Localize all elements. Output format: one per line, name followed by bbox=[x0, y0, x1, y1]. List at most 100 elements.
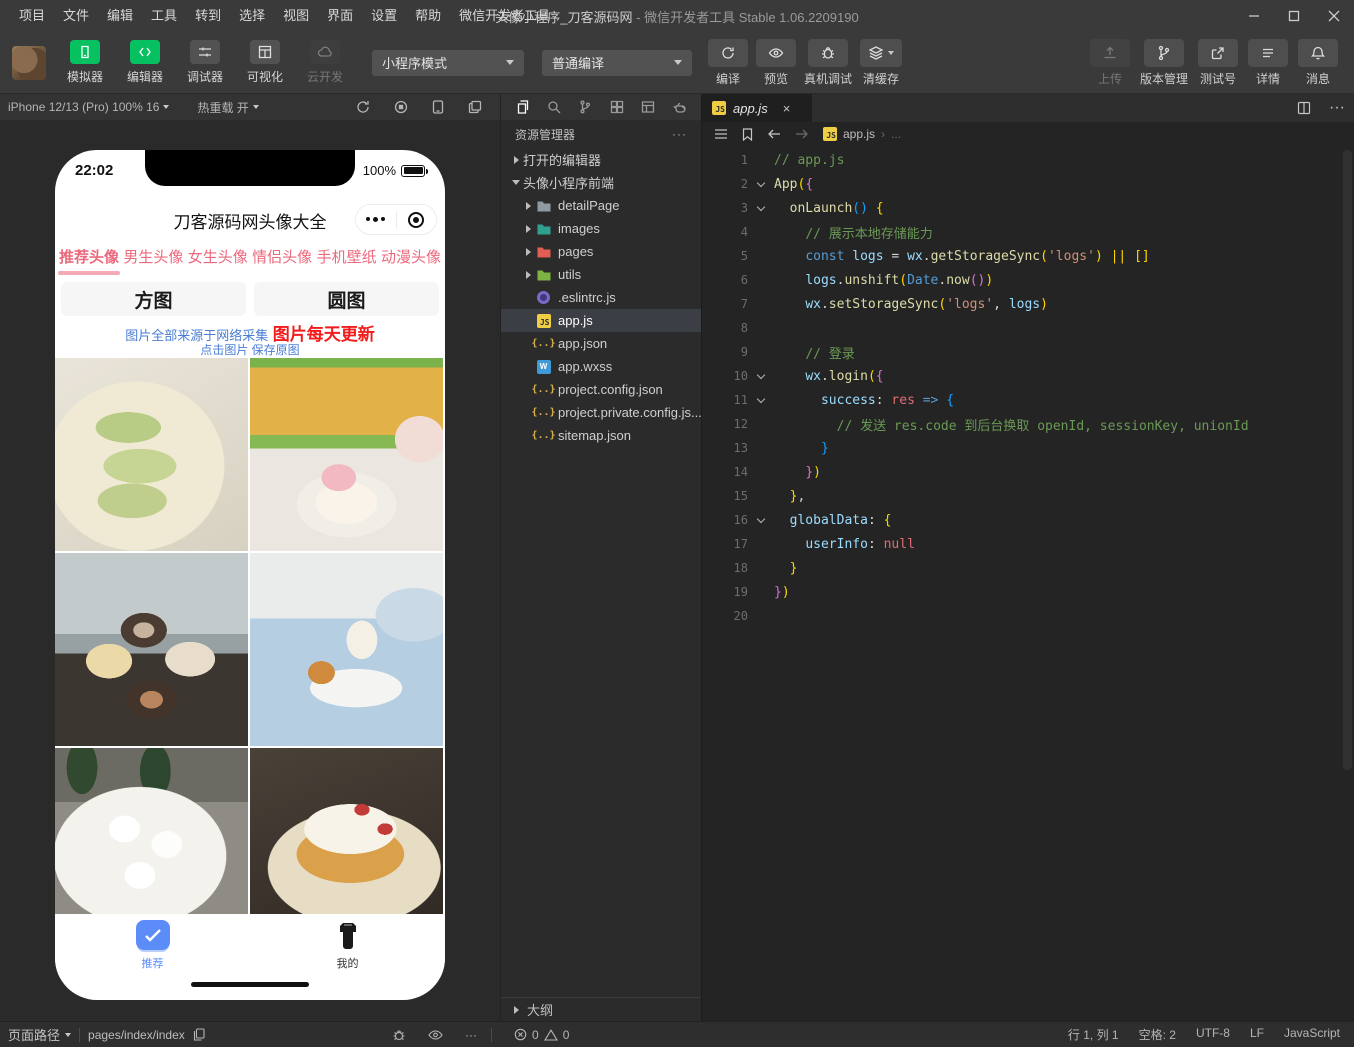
code-line[interactable]: 17 userInfo: null bbox=[702, 532, 1354, 556]
close-tab-icon[interactable]: × bbox=[783, 101, 791, 116]
code-line[interactable]: 5 const logs = wx.getStorageSync('logs')… bbox=[702, 244, 1354, 268]
search-icon[interactable] bbox=[546, 99, 562, 115]
tabbar-item-推荐[interactable]: 推荐 bbox=[55, 914, 250, 978]
maximize-button[interactable] bbox=[1274, 0, 1314, 32]
menu-item-设置[interactable]: 设置 bbox=[362, 0, 406, 32]
tree-section-打开的编辑器[interactable]: 打开的编辑器 bbox=[501, 148, 701, 171]
tree-item-sitemap.json[interactable]: {..} sitemap.json bbox=[501, 424, 701, 447]
code-line[interactable]: 6 logs.unshift(Date.now()) bbox=[702, 268, 1354, 292]
menu-item-项目[interactable]: 项目 bbox=[10, 0, 54, 32]
tree-item-images[interactable]: images bbox=[501, 217, 701, 240]
panel-button-编辑器[interactable]: 编辑器 bbox=[120, 40, 170, 85]
close-button[interactable] bbox=[1314, 0, 1354, 32]
user-avatar[interactable] bbox=[12, 45, 46, 80]
panel-button-模拟器[interactable]: 模拟器 bbox=[60, 40, 110, 85]
action-button-详情[interactable]: 详情 bbox=[1248, 38, 1288, 87]
outline-list-icon[interactable] bbox=[714, 128, 728, 140]
status-item[interactable]: LF bbox=[1250, 1026, 1264, 1043]
blue-table-dessert-photo[interactable] bbox=[250, 553, 443, 746]
mode-select[interactable]: 小程序模式 bbox=[372, 49, 524, 76]
phone-frame-icon[interactable] bbox=[432, 100, 444, 114]
tree-item-project.private.config.js...[interactable]: {..} project.private.config.js... bbox=[501, 401, 701, 424]
green-cake-rolls-photo[interactable] bbox=[55, 358, 248, 551]
action-button-真机调试[interactable]: 真机调试 bbox=[804, 38, 852, 87]
panel-button-调试器[interactable]: 调试器 bbox=[180, 40, 230, 85]
category-tab-动漫头像[interactable]: 动漫头像 bbox=[380, 246, 442, 267]
action-button-上传[interactable]: 上传 bbox=[1089, 38, 1130, 87]
menu-item-转到[interactable]: 转到 bbox=[186, 0, 230, 32]
compile-mode-select[interactable]: 普通编译 bbox=[542, 49, 692, 76]
code-line[interactable]: 20 bbox=[702, 604, 1354, 628]
category-tab-推荐头像[interactable]: 推荐头像 bbox=[58, 246, 121, 275]
tree-item-app.js[interactable]: JS app.js bbox=[501, 309, 701, 332]
tree-item-project.config.json[interactable]: {..} project.config.json bbox=[501, 378, 701, 401]
device-select[interactable]: iPhone 12/13 (Pro) 100% 16 bbox=[8, 100, 170, 114]
status-item[interactable]: JavaScript bbox=[1284, 1026, 1340, 1043]
debug-bug-icon[interactable] bbox=[392, 1028, 406, 1042]
action-button-消息[interactable]: 消息 bbox=[1298, 38, 1338, 87]
code-line[interactable]: 2 App({ bbox=[702, 172, 1354, 196]
shape-button-圆图[interactable]: 圆图 bbox=[254, 282, 439, 316]
nav-forward-icon[interactable] bbox=[795, 128, 809, 140]
more-icon[interactable]: ··· bbox=[465, 1028, 477, 1042]
menu-item-微信开发者工具[interactable]: 微信开发者工具 bbox=[450, 0, 559, 32]
code-line[interactable]: 13 } bbox=[702, 436, 1354, 460]
minimize-button[interactable] bbox=[1234, 0, 1274, 32]
fold-chevron-icon[interactable] bbox=[748, 394, 774, 403]
code-line[interactable]: 9 // 登录 bbox=[702, 340, 1354, 364]
extensions-blocks-icon[interactable] bbox=[609, 99, 625, 115]
category-tab-情侣头像[interactable]: 情侣头像 bbox=[251, 246, 313, 267]
nav-back-icon[interactable] bbox=[767, 128, 781, 140]
coffee-cakes-window-photo[interactable] bbox=[55, 553, 248, 746]
action-button-测试号[interactable]: 测试号 bbox=[1198, 38, 1238, 87]
exit-circle-icon[interactable] bbox=[397, 211, 437, 228]
tree-item-detailPage[interactable]: detailPage bbox=[501, 194, 701, 217]
code-editor[interactable]: 1// app.js 2 App({3 onLaunch() {4 // 展示本地存… bbox=[702, 146, 1354, 1021]
action-button-清缓存[interactable]: 清缓存 bbox=[860, 38, 903, 87]
code-line[interactable]: 11 success: res => { bbox=[702, 388, 1354, 412]
code-line[interactable]: 15 }, bbox=[702, 484, 1354, 508]
editor-layout-icon[interactable] bbox=[640, 99, 656, 115]
snowman-buns-photo[interactable] bbox=[55, 748, 248, 914]
category-tab-男生头像[interactable]: 男生头像 bbox=[122, 246, 184, 267]
action-button-编译[interactable]: 编译 bbox=[708, 38, 748, 87]
fold-chevron-icon[interactable] bbox=[748, 370, 774, 379]
code-line[interactable]: 19}) bbox=[702, 580, 1354, 604]
multi-window-icon[interactable] bbox=[468, 100, 482, 114]
plugin-teapot-icon[interactable] bbox=[671, 99, 687, 115]
code-line[interactable]: 18 } bbox=[702, 556, 1354, 580]
files-copy-icon[interactable] bbox=[515, 99, 531, 115]
code-line[interactable]: 7 wx.setStorageSync('logs', logs) bbox=[702, 292, 1354, 316]
status-item[interactable]: 行 1, 列 1 bbox=[1068, 1026, 1119, 1043]
menu-item-界面[interactable]: 界面 bbox=[318, 0, 362, 32]
tabbar-item-我的[interactable]: 我的 bbox=[250, 914, 445, 978]
status-item[interactable]: UTF-8 bbox=[1196, 1026, 1230, 1043]
code-line[interactable]: 10 wx.login({ bbox=[702, 364, 1354, 388]
code-line[interactable]: 3 onLaunch() { bbox=[702, 196, 1354, 220]
fold-chevron-icon[interactable] bbox=[748, 178, 774, 187]
code-line[interactable]: 8 bbox=[702, 316, 1354, 340]
page-path-select[interactable]: 页面路径 bbox=[8, 1025, 72, 1044]
copy-path-icon[interactable] bbox=[193, 1028, 205, 1041]
tab-app-js[interactable]: JS app.js × bbox=[702, 94, 812, 122]
menu-item-编辑[interactable]: 编辑 bbox=[98, 0, 142, 32]
split-editor-icon[interactable] bbox=[1288, 94, 1320, 122]
record-icon[interactable] bbox=[394, 100, 408, 114]
menu-item-视图[interactable]: 视图 bbox=[274, 0, 318, 32]
rotate-icon[interactable] bbox=[356, 100, 370, 114]
tree-item-pages[interactable]: pages bbox=[501, 240, 701, 263]
bundt-cake-photo[interactable] bbox=[250, 748, 443, 914]
more-menu-icon[interactable] bbox=[356, 217, 396, 222]
tree-item-utils[interactable]: utils bbox=[501, 263, 701, 286]
menu-item-选择[interactable]: 选择 bbox=[230, 0, 274, 32]
outline-section[interactable]: 大纲 bbox=[501, 997, 701, 1021]
action-button-预览[interactable]: 预览 bbox=[756, 38, 796, 87]
code-line[interactable]: 16 globalData: { bbox=[702, 508, 1354, 532]
tree-item-app.wxss[interactable]: Wapp.wxss bbox=[501, 355, 701, 378]
menu-item-帮助[interactable]: 帮助 bbox=[406, 0, 450, 32]
code-line[interactable]: 1 // app.js bbox=[702, 148, 1354, 172]
breadcrumb-file[interactable]: JS app.js › ... bbox=[823, 127, 901, 141]
hot-reload-toggle[interactable]: 热重载 开 bbox=[197, 99, 259, 116]
editor-more-icon[interactable]: ··· bbox=[1320, 94, 1354, 122]
tree-section-头像小程序前端[interactable]: 头像小程序前端 bbox=[501, 171, 701, 194]
